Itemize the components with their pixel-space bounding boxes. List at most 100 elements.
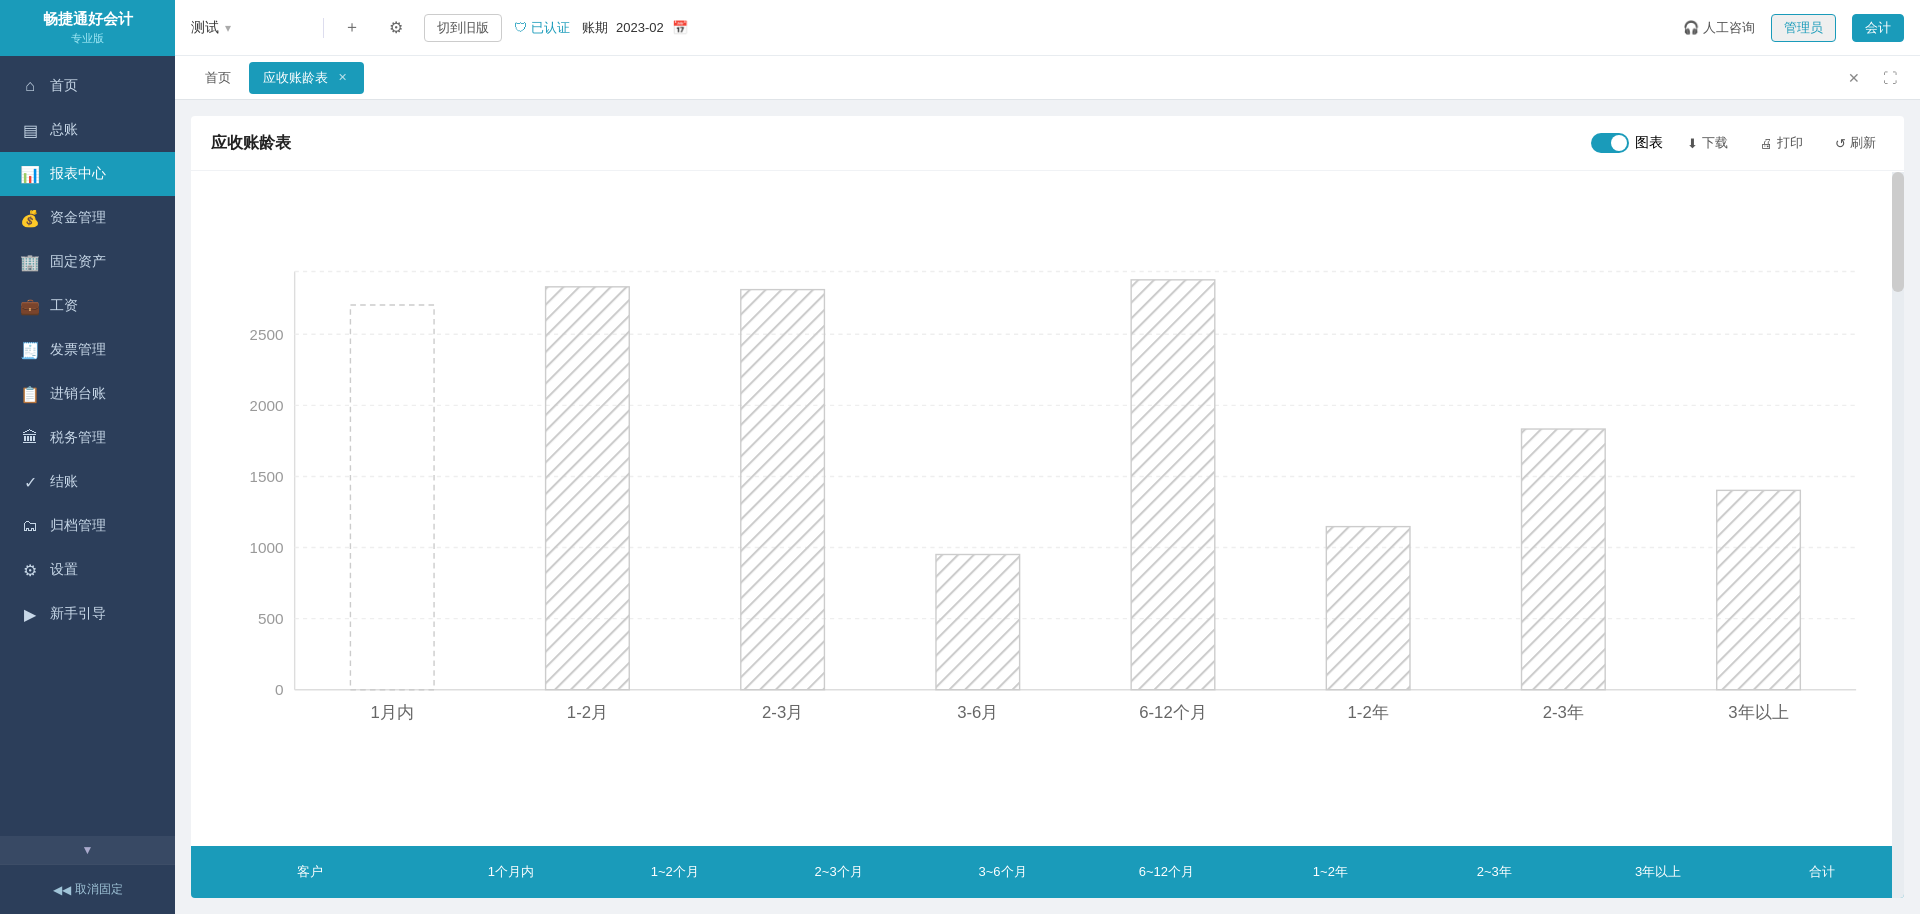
svg-text:1-2月: 1-2月 xyxy=(567,703,608,722)
svg-text:2500: 2500 xyxy=(249,326,283,343)
bar-8 xyxy=(1717,490,1801,689)
page-actions: 图表 ⬇ 下载 🖨 打印 ↺ 刷新 xyxy=(1591,130,1884,156)
switch-old-version-btn[interactable]: 切到旧版 xyxy=(424,14,502,42)
user-btn[interactable]: 管理员 xyxy=(1771,14,1836,42)
sidebar-item-home[interactable]: ⌂ 首页 xyxy=(0,64,175,108)
print-label: 打印 xyxy=(1777,134,1803,152)
sidebar-item-funds[interactable]: 💰 资金管理 xyxy=(0,196,175,240)
certified-badge: 🛡 已认证 xyxy=(514,19,570,37)
table-header: 客户1个月内1~2个月2~3个月3~6个月6~12个月1~2年2~3年3年以上合… xyxy=(191,846,1904,898)
content-area: 应收账龄表 图表 ⬇ 下载 🖨 打印 xyxy=(175,100,1920,914)
workspace-name: 测试 xyxy=(191,19,219,37)
table-col-2: 1~2个月 xyxy=(593,849,757,895)
bar-3 xyxy=(741,290,825,690)
funds-icon: 💰 xyxy=(20,208,40,228)
settings-icon-btn[interactable]: ⚙ xyxy=(380,12,412,44)
chevron-down-icon: ▾ xyxy=(225,21,231,35)
sidebar-label-invoice: 发票管理 xyxy=(50,341,106,359)
sidebar-item-invoice[interactable]: 🧾 发票管理 xyxy=(0,328,175,372)
svg-text:3年以上: 3年以上 xyxy=(1728,703,1788,722)
refresh-label: 刷新 xyxy=(1850,134,1876,152)
window-controls: ✕ ⛶ xyxy=(1840,64,1904,92)
bar-chart: 0 500 1000 1500 2000 2500 xyxy=(211,181,1884,836)
cancel-fixed-btn[interactable]: ◀◀ 取消固定 xyxy=(0,873,175,906)
sidebar-item-assets[interactable]: 🏢 固定资产 xyxy=(0,240,175,284)
page-header: 应收账龄表 图表 ⬇ 下载 🖨 打印 xyxy=(191,116,1904,171)
archive-icon: 🗂 xyxy=(20,516,40,536)
tab-aging[interactable]: 应收账龄表 ✕ xyxy=(249,62,364,94)
svg-text:6-12个月: 6-12个月 xyxy=(1139,703,1206,722)
print-btn[interactable]: 🖨 打印 xyxy=(1752,130,1811,156)
download-btn[interactable]: ⬇ 下载 xyxy=(1679,130,1736,156)
table-col-1: 1个月内 xyxy=(429,849,593,895)
invoice-icon: 🧾 xyxy=(20,340,40,360)
tax-icon: 🏛 xyxy=(20,428,40,448)
sidebar-label-settle: 结账 xyxy=(50,473,78,491)
svg-text:2-3月: 2-3月 xyxy=(762,703,803,722)
aging-tab-label: 应收账龄表 xyxy=(263,69,328,87)
sidebar-label-reports: 报表中心 xyxy=(50,165,106,183)
scroll-thumb[interactable] xyxy=(1892,172,1904,292)
chart-toggle[interactable]: 图表 xyxy=(1591,133,1663,153)
table-col-3: 2~3个月 xyxy=(757,849,921,895)
header-right: 🎧 人工咨询 管理员 会计 xyxy=(1683,14,1904,42)
svg-text:1000: 1000 xyxy=(249,539,283,556)
svg-text:1-2年: 1-2年 xyxy=(1348,703,1389,722)
consult-btn[interactable]: 🎧 人工咨询 xyxy=(1683,19,1755,37)
home-tab-label: 首页 xyxy=(205,69,231,87)
sidebar-item-wages[interactable]: 💼 工资 xyxy=(0,284,175,328)
headset-icon: 🎧 xyxy=(1683,20,1699,35)
sidebar-item-guide[interactable]: ▶ 新手引导 xyxy=(0,592,175,636)
sidebar-item-settings[interactable]: ⚙ 设置 xyxy=(0,548,175,592)
bar-4 xyxy=(936,555,1020,690)
header: 测试 ▾ ＋ ⚙ 切到旧版 🛡 已认证 账期 2023-02 📅 🎧 人工咨询 … xyxy=(175,0,1920,56)
table-col-7: 2~3年 xyxy=(1412,849,1576,895)
sidebar-scroll-down[interactable]: ▼ xyxy=(0,836,175,864)
tab-close-icon[interactable]: ✕ xyxy=(334,70,350,86)
main-content: 首页 应收账龄表 ✕ ✕ ⛶ 应收账龄表 图表 xyxy=(175,56,1920,914)
sidebar-label-wages: 工资 xyxy=(50,297,78,315)
add-button[interactable]: ＋ xyxy=(336,12,368,44)
sidebar-item-reports[interactable]: 📊 报表中心 xyxy=(0,152,175,196)
svg-text:0: 0 xyxy=(275,681,284,698)
bar-2 xyxy=(546,287,630,690)
sidebar-label-home: 首页 xyxy=(50,77,78,95)
expand-window-btn[interactable]: ⛶ xyxy=(1876,64,1904,92)
app-name: 畅捷通好会计 xyxy=(43,10,133,29)
chart-svg-wrap: 0 500 1000 1500 2000 2500 xyxy=(211,181,1884,836)
table-col-0: 客户 xyxy=(191,849,429,895)
calendar-icon[interactable]: 📅 xyxy=(672,20,688,35)
shield-icon: 🛡 xyxy=(514,20,527,35)
sidebar-label-funds: 资金管理 xyxy=(50,209,106,227)
scroll-track[interactable] xyxy=(1892,172,1904,898)
sidebar: 畅捷通好会计 专业版 ⌂ 首页 ▤ 总账 📊 报表中心 💰 资金管理 🏢 固定资… xyxy=(0,0,175,914)
toggle-track[interactable] xyxy=(1591,133,1629,153)
sidebar-item-settle[interactable]: ✓ 结账 xyxy=(0,460,175,504)
guide-icon: ▶ xyxy=(20,604,40,624)
sidebar-item-archive[interactable]: 🗂 归档管理 xyxy=(0,504,175,548)
table-col-6: 1~2年 xyxy=(1248,849,1412,895)
table-col-8: 3年以上 xyxy=(1576,849,1740,895)
sidebar-item-ledger[interactable]: ▤ 总账 xyxy=(0,108,175,152)
home-icon: ⌂ xyxy=(20,76,40,96)
bar-1 xyxy=(350,305,434,690)
sidebar-nav: ⌂ 首页 ▤ 总账 📊 报表中心 💰 资金管理 🏢 固定资产 💼 工资 🧾 发票… xyxy=(0,56,175,836)
tab-home[interactable]: 首页 xyxy=(191,62,245,94)
period-info: 账期 2023-02 📅 xyxy=(582,19,688,37)
close-window-btn[interactable]: ✕ xyxy=(1840,64,1868,92)
sidebar-item-tax[interactable]: 🏛 税务管理 xyxy=(0,416,175,460)
accountant-btn[interactable]: 会计 xyxy=(1852,14,1904,42)
app-logo[interactable]: 畅捷通好会计 专业版 xyxy=(0,0,175,56)
bar-5 xyxy=(1131,280,1215,690)
workspace-selector[interactable]: 测试 ▾ xyxy=(191,19,311,37)
refresh-btn[interactable]: ↺ 刷新 xyxy=(1827,130,1884,156)
download-icon: ⬇ xyxy=(1687,136,1698,151)
period-text-label: 账期 xyxy=(582,19,608,37)
toggle-thumb xyxy=(1611,135,1627,151)
table-col-5: 6~12个月 xyxy=(1084,849,1248,895)
sidebar-label-purchase: 进销台账 xyxy=(50,385,106,403)
table-col-9: 合计 xyxy=(1740,849,1904,895)
svg-text:2-3年: 2-3年 xyxy=(1543,703,1584,722)
certified-label: 已认证 xyxy=(531,19,570,37)
sidebar-item-purchase[interactable]: 📋 进销台账 xyxy=(0,372,175,416)
